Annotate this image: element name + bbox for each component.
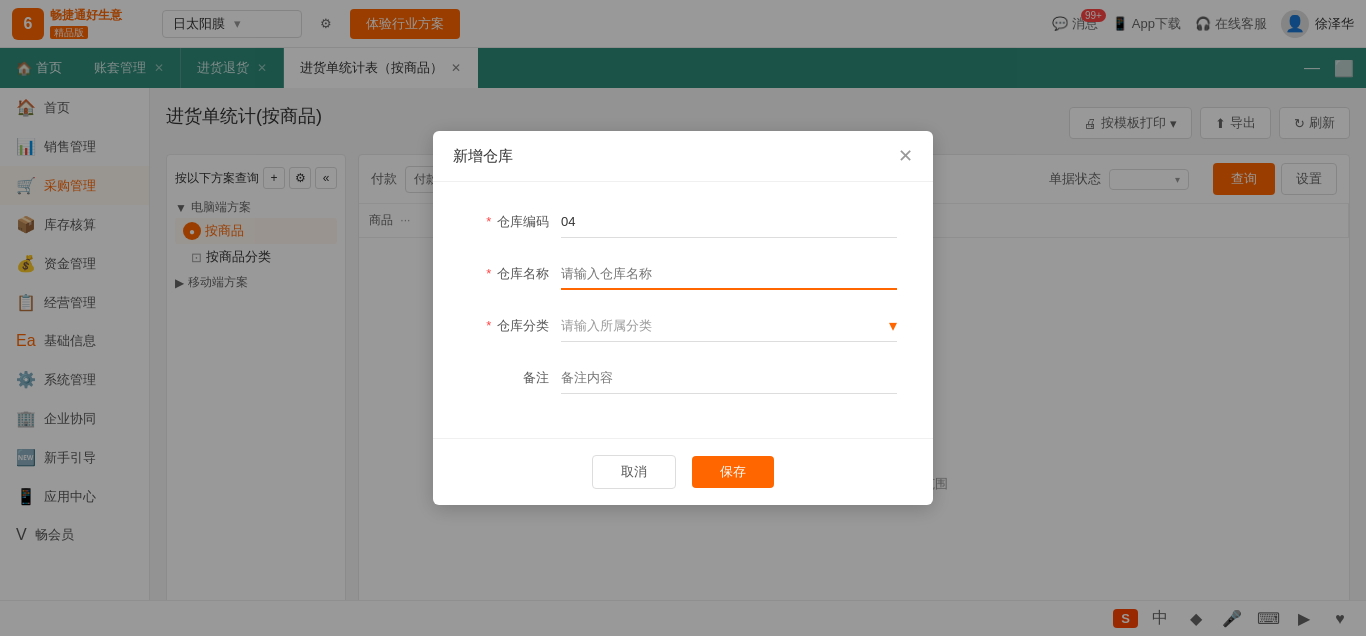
note-input[interactable] — [561, 362, 897, 394]
add-warehouse-modal: 新增仓库 ✕ * 仓库编码 * 仓库名称 — [433, 131, 933, 505]
modal-overlay: 新增仓库 ✕ * 仓库编码 * 仓库名称 — [0, 0, 1366, 636]
form-row-note: * 备注 — [469, 362, 897, 394]
note-label: * 备注 — [469, 369, 549, 387]
form-row-category: * 仓库分类 请输入所属分类 ▾ — [469, 310, 897, 342]
modal-header: 新增仓库 ✕ — [433, 131, 933, 182]
modal-title: 新增仓库 — [453, 147, 513, 166]
category-placeholder: 请输入所属分类 — [561, 317, 652, 335]
modal-close-button[interactable]: ✕ — [898, 145, 913, 167]
save-button[interactable]: 保存 — [692, 456, 774, 488]
modal-body: * 仓库编码 * 仓库名称 * 仓库分类 请输入 — [433, 182, 933, 438]
name-label: * 仓库名称 — [469, 265, 549, 283]
required-icon: * — [486, 214, 491, 229]
cancel-button[interactable]: 取消 — [592, 455, 676, 489]
required-icon: * — [486, 318, 491, 333]
category-arrow-icon: ▾ — [889, 316, 897, 335]
code-input[interactable] — [561, 206, 897, 238]
form-row-code: * 仓库编码 — [469, 206, 897, 238]
required-icon: * — [486, 266, 491, 281]
category-select[interactable]: 请输入所属分类 ▾ — [561, 310, 897, 342]
code-label: * 仓库编码 — [469, 213, 549, 231]
name-input[interactable] — [561, 258, 897, 290]
category-label: * 仓库分类 — [469, 317, 549, 335]
modal-footer: 取消 保存 — [433, 438, 933, 505]
form-row-name: * 仓库名称 — [469, 258, 897, 290]
